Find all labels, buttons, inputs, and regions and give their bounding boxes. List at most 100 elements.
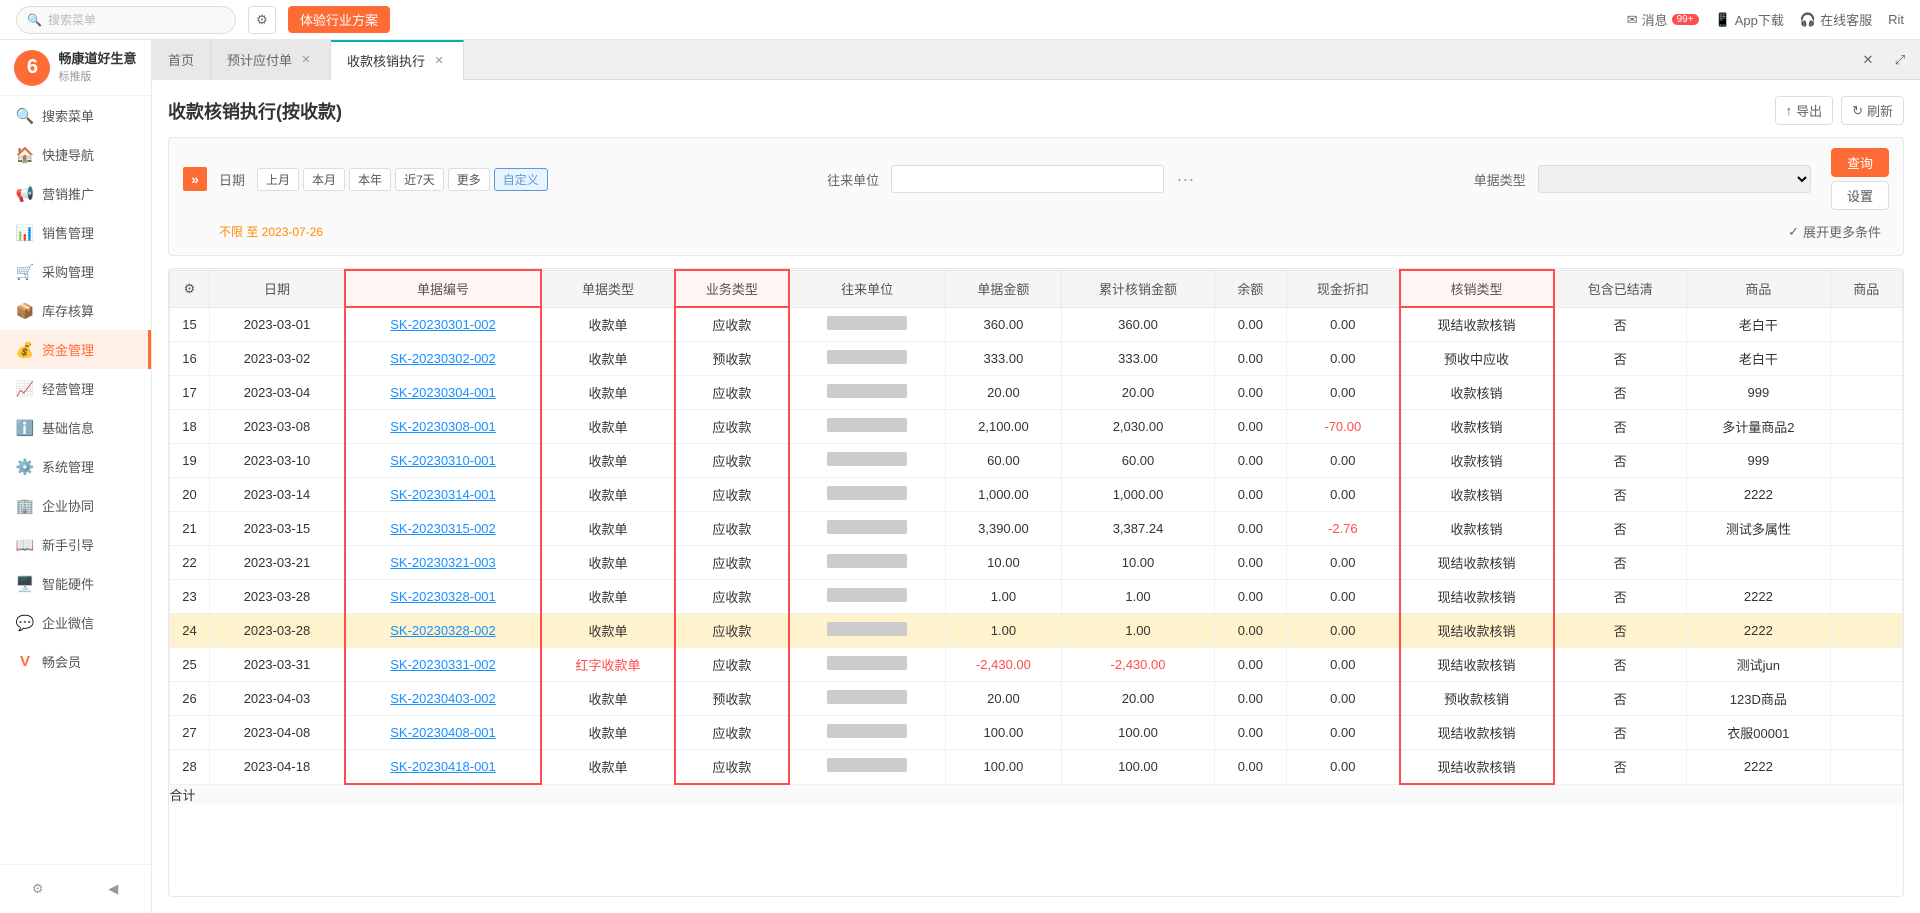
td-billno[interactable]: SK-20230301-002 <box>345 307 541 342</box>
bill-link[interactable]: SK-20230328-002 <box>390 623 496 638</box>
bill-link[interactable]: SK-20230304-001 <box>390 385 496 400</box>
td-billno[interactable]: SK-20230331-002 <box>345 648 541 682</box>
tab-payable-close[interactable]: ✕ <box>298 52 314 68</box>
td-billno[interactable]: SK-20230304-001 <box>345 376 541 410</box>
sidebar-item-finance[interactable]: 💰 资金管理 <box>0 330 151 369</box>
td-billno[interactable]: SK-20230302-002 <box>345 342 541 376</box>
sidebar-item-basic[interactable]: ℹ️ 基础信息 <box>0 408 151 447</box>
td-billno[interactable]: SK-20230328-002 <box>345 614 541 648</box>
bill-link[interactable]: SK-20230328-001 <box>390 589 496 604</box>
query-button[interactable]: 查询 <box>1831 148 1889 177</box>
td-goods2 <box>1830 716 1902 750</box>
td-billno[interactable]: SK-20230418-001 <box>345 750 541 785</box>
td-writetype: 预收中应收 <box>1400 342 1554 376</box>
td-billno[interactable]: SK-20230328-001 <box>345 580 541 614</box>
th-settings[interactable]: ⚙ <box>170 270 210 307</box>
collapse-icon[interactable]: ◀ <box>97 873 129 905</box>
settings-button-filter[interactable]: 设置 <box>1831 181 1889 210</box>
td-incclosed: 否 <box>1554 546 1687 580</box>
bill-link[interactable]: SK-20230321-003 <box>390 555 496 570</box>
sidebar-item-operations[interactable]: 📈 经营管理 <box>0 369 151 408</box>
td-billno[interactable]: SK-20230310-001 <box>345 444 541 478</box>
sidebar-item-search[interactable]: 🔍 搜索菜单 <box>0 96 151 135</box>
tab-collection-close[interactable]: ✕ <box>431 53 447 69</box>
sidebar-item-corp[interactable]: 🏢 企业协同 <box>0 486 151 525</box>
td-billno[interactable]: SK-20230321-003 <box>345 546 541 580</box>
partner-dots[interactable]: ··· <box>1176 169 1194 190</box>
sales-icon: 📊 <box>16 224 34 242</box>
tab-close-all[interactable]: ✕ <box>1856 48 1880 72</box>
tab-maximize[interactable]: ⤢ <box>1888 48 1912 72</box>
bill-link[interactable]: SK-20230315-002 <box>390 521 496 536</box>
tab-home[interactable]: 首页 <box>152 40 211 80</box>
sidebar-item-system[interactable]: ⚙️ 系统管理 <box>0 447 151 486</box>
date-btn-thismonth[interactable]: 本月 <box>303 168 345 191</box>
bill-link[interactable]: SK-20230403-002 <box>390 691 496 706</box>
date-btn-custom[interactable]: 自定义 <box>494 168 548 191</box>
td-billno[interactable]: SK-20230308-001 <box>345 410 541 444</box>
settings-button[interactable]: ⚙ <box>248 6 276 34</box>
home-icon: 🏠 <box>16 146 34 164</box>
sidebar-item-guide[interactable]: 📖 新手引导 <box>0 525 151 564</box>
sidebar-item-inventory[interactable]: 📦 库存核算 <box>0 291 151 330</box>
sidebar-item-wechat[interactable]: 💬 企业微信 <box>0 603 151 642</box>
td-balance: 0.00 <box>1214 546 1286 580</box>
sidebar-item-quicknav[interactable]: 🏠 快捷导航 <box>0 135 151 174</box>
td-no: 24 <box>170 614 210 648</box>
th-goods2: 商品 <box>1830 270 1902 307</box>
bill-link[interactable]: SK-20230308-001 <box>390 419 496 434</box>
search-bar[interactable]: 🔍 搜索菜单 <box>16 6 236 34</box>
td-billno[interactable]: SK-20230403-002 <box>345 682 541 716</box>
bill-link[interactable]: SK-20230331-002 <box>390 657 496 672</box>
sidebar-item-member[interactable]: V 畅会员 <box>0 642 151 681</box>
date-btn-7days[interactable]: 近7天 <box>395 168 444 191</box>
bill-link[interactable]: SK-20230310-001 <box>390 453 496 468</box>
top-bar-left: 🔍 搜索菜单 ⚙ 体验行业方案 <box>16 6 390 34</box>
marketing-icon: 📢 <box>16 185 34 203</box>
partner-input[interactable] <box>891 165 1164 193</box>
table-row: 262023-04-03SK-20230403-002收款单预收款20.0020… <box>170 682 1903 716</box>
bill-link[interactable]: SK-20230314-001 <box>390 487 496 502</box>
app-download-item[interactable]: 📱 App下载 <box>1715 10 1784 29</box>
service-item[interactable]: 🎧 在线客服 <box>1800 10 1872 29</box>
sidebar-item-sales[interactable]: 📊 销售管理 <box>0 213 151 252</box>
td-billtype: 收款单 <box>541 750 675 785</box>
th-balance: 余额 <box>1214 270 1286 307</box>
export-icon: ↑ <box>1786 103 1793 118</box>
date-btn-thisyear[interactable]: 本年 <box>349 168 391 191</box>
date-btn-lastmonth[interactable]: 上月 <box>257 168 299 191</box>
user-item[interactable]: Rit <box>1888 12 1904 27</box>
refresh-button[interactable]: ↻ 刷新 <box>1841 96 1904 125</box>
td-goods: 测试jun <box>1687 648 1830 682</box>
bill-link[interactable]: SK-20230408-001 <box>390 725 496 740</box>
bill-link[interactable]: SK-20230301-002 <box>390 317 496 332</box>
sidebar-label-hardware: 智能硬件 <box>42 574 94 593</box>
footer-billtype <box>541 784 675 804</box>
sidebar-item-marketing[interactable]: 📢 营销推广 <box>0 174 151 213</box>
content-area: 首页 预计应付单 ✕ 收款核销执行 ✕ ✕ ⤢ 收款核 <box>152 40 1920 913</box>
sidebar-item-purchase[interactable]: 🛒 采购管理 <box>0 252 151 291</box>
footer-balance <box>1214 784 1286 804</box>
message-item[interactable]: ✉ 消息 99+ <box>1627 10 1699 29</box>
td-goods: 2222 <box>1687 478 1830 512</box>
bill-type-select[interactable] <box>1538 165 1811 193</box>
filter-toggle[interactable]: » <box>183 167 207 191</box>
th-cumwrite: 累计核销金额 <box>1062 270 1214 307</box>
td-amount: 20.00 <box>945 376 1062 410</box>
tab-payable[interactable]: 预计应付单 ✕ <box>211 40 331 80</box>
bill-link[interactable]: SK-20230418-001 <box>390 759 496 774</box>
td-billno[interactable]: SK-20230315-002 <box>345 512 541 546</box>
system-icon: ⚙️ <box>16 458 34 476</box>
sidebar-item-hardware[interactable]: 🖥️ 智能硬件 <box>0 564 151 603</box>
expand-conditions-button[interactable]: ✓ 展开更多条件 <box>1780 218 1889 245</box>
settings-bottom-icon[interactable]: ⚙ <box>22 873 54 905</box>
tab-collection[interactable]: 收款核销执行 ✕ <box>331 40 464 80</box>
industry-button[interactable]: 体验行业方案 <box>288 6 390 33</box>
bill-link[interactable]: SK-20230302-002 <box>390 351 496 366</box>
export-button[interactable]: ↑ 导出 <box>1775 96 1834 125</box>
app-container: 🔍 搜索菜单 ⚙ 体验行业方案 ✉ 消息 99+ 📱 App下载 🎧 在线客服 <box>0 0 1920 913</box>
td-billtype: 收款单 <box>541 682 675 716</box>
td-billno[interactable]: SK-20230314-001 <box>345 478 541 512</box>
date-btn-more[interactable]: 更多 <box>448 168 490 191</box>
td-billno[interactable]: SK-20230408-001 <box>345 716 541 750</box>
